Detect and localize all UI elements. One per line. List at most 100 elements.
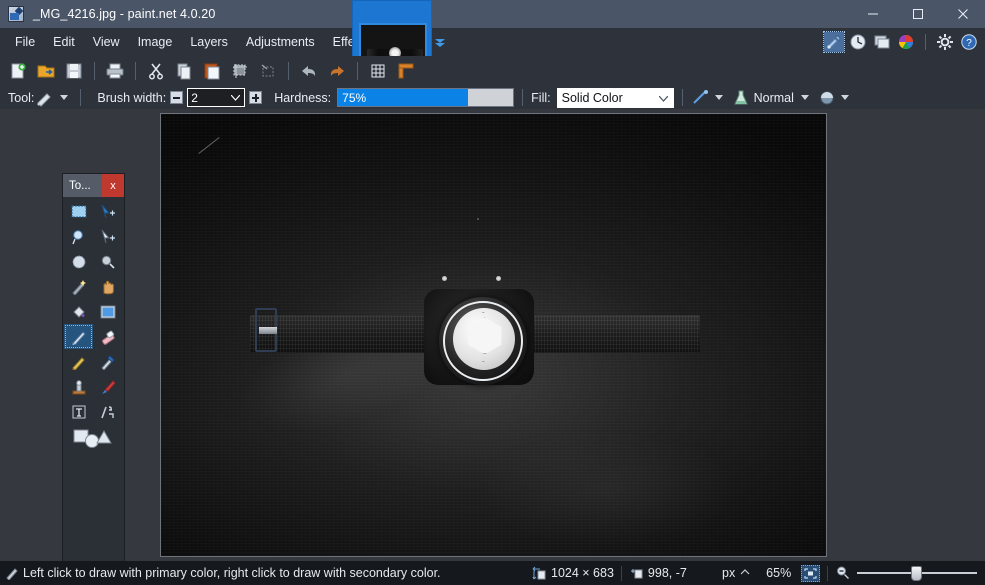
- move-selected-pixels-tool[interactable]: [94, 199, 123, 224]
- clone-stamp-tool[interactable]: [64, 374, 93, 399]
- history-window-icon[interactable]: [848, 32, 868, 52]
- close-icon[interactable]: [940, 0, 985, 28]
- svg-text:?: ?: [966, 38, 972, 49]
- menu-file[interactable]: File: [6, 28, 44, 56]
- zoom-slider-thumb[interactable]: [911, 566, 923, 581]
- window-title: _MG_4216.jpg - paint.net 4.0.20: [33, 7, 216, 21]
- paintbrush-tool[interactable]: [64, 324, 93, 349]
- palette-selector[interactable]: [817, 89, 853, 107]
- menu-layers[interactable]: Layers: [181, 28, 237, 56]
- tools-window-icon[interactable]: [823, 31, 845, 53]
- text-tool[interactable]: [64, 399, 93, 424]
- chevron-down-icon: [231, 95, 241, 101]
- toolbar-divider: [288, 62, 289, 80]
- save-icon[interactable]: [61, 58, 87, 84]
- shapes-tool[interactable]: [64, 424, 123, 452]
- hardness-label: Hardness:: [274, 90, 332, 105]
- color-picker-tool[interactable]: [94, 349, 123, 374]
- gradient-tool[interactable]: [94, 299, 123, 324]
- print-icon[interactable]: [102, 58, 128, 84]
- tool-options-bar: Tool: Brush width: 2 Hardness: 75% Fill:…: [0, 86, 985, 109]
- minimize-icon[interactable]: [850, 0, 895, 28]
- undo-icon[interactable]: [296, 58, 322, 84]
- status-divider: [827, 565, 829, 581]
- antialiasing-icon: [692, 89, 708, 104]
- zoom-out-icon[interactable]: [835, 565, 851, 581]
- menu-adjustments[interactable]: Adjustments: [237, 28, 324, 56]
- help-icon[interactable]: ?: [959, 32, 979, 52]
- open-icon[interactable]: [33, 58, 59, 84]
- crop-to-selection-icon[interactable]: [227, 58, 253, 84]
- line-curve-tool[interactable]: [94, 399, 123, 424]
- hardness-slider[interactable]: 75%: [337, 88, 515, 107]
- paintbrush-icon: [6, 568, 18, 580]
- color-sphere-icon: [820, 91, 834, 104]
- status-hint-group: Left click to draw with primary color, r…: [5, 566, 441, 580]
- layers-window-icon[interactable]: [872, 32, 892, 52]
- blend-mode-selector[interactable]: Normal: [731, 89, 813, 107]
- move-selection-tool[interactable]: [94, 224, 123, 249]
- tools-palette-header[interactable]: To... x: [63, 174, 124, 197]
- paintnet-window: _MG_4216.jpg - paint.net 4.0.20 File Edi…: [0, 0, 985, 585]
- watch-strap-left: [250, 315, 437, 354]
- title-bar: _MG_4216.jpg - paint.net 4.0.20: [0, 0, 985, 28]
- pan-tool[interactable]: [94, 274, 123, 299]
- settings-icon[interactable]: [935, 32, 955, 52]
- toolbar-divider: [925, 34, 926, 50]
- zoom-tool[interactable]: [94, 249, 123, 274]
- zoom-slider[interactable]: [857, 565, 978, 581]
- status-bar: Left click to draw with primary color, r…: [0, 561, 985, 585]
- units-dropdown-arrow[interactable]: [740, 568, 752, 578]
- magic-wand-tool[interactable]: [64, 274, 93, 299]
- paintbrush-icon: [37, 92, 52, 107]
- brush-width-label: Brush width:: [97, 90, 167, 105]
- photo-speck: [476, 217, 479, 220]
- rectangle-select-tool[interactable]: [64, 199, 93, 224]
- toolbar-divider: [94, 62, 95, 80]
- maximize-icon[interactable]: [895, 0, 940, 28]
- eraser-tool[interactable]: [94, 324, 123, 349]
- copy-icon[interactable]: [171, 58, 197, 84]
- brush-width-increase-button[interactable]: [249, 91, 263, 104]
- lasso-select-tool[interactable]: [64, 224, 93, 249]
- menu-edit[interactable]: Edit: [44, 28, 84, 56]
- paint-bucket-tool[interactable]: [64, 299, 93, 324]
- work-area: To... x: [0, 109, 985, 563]
- chevron-down-icon: [714, 95, 723, 100]
- blend-mode-flask-icon: [733, 90, 748, 104]
- watch-lug: [441, 276, 447, 282]
- rulers-icon[interactable]: [393, 58, 419, 84]
- pencil-tool[interactable]: [64, 349, 93, 374]
- menu-image[interactable]: Image: [129, 28, 182, 56]
- brush-width-value: 2: [191, 90, 198, 105]
- redo-icon[interactable]: [324, 58, 350, 84]
- image-size-value: 1024 × 683: [551, 566, 614, 580]
- tool-selector[interactable]: [34, 89, 72, 107]
- cut-icon[interactable]: [143, 58, 169, 84]
- tab-list-dropdown-arrow[interactable]: [433, 36, 447, 50]
- units-value: px: [722, 566, 736, 580]
- tool-label: Tool:: [8, 90, 35, 105]
- paste-icon[interactable]: [199, 58, 225, 84]
- menu-bar: File Edit View Image Layers Adjustments …: [0, 28, 985, 56]
- tools-palette-title: To...: [69, 179, 91, 192]
- paintnet-icon: [8, 6, 24, 22]
- image-canvas[interactable]: [160, 113, 827, 557]
- main-toolbar: [0, 56, 985, 86]
- fit-to-window-icon[interactable]: [801, 564, 821, 582]
- ellipse-select-tool[interactable]: [64, 249, 93, 274]
- colors-window-icon[interactable]: [896, 32, 916, 52]
- brush-width-decrease-button[interactable]: [170, 91, 184, 104]
- image-size-group: 1024 × 683: [532, 566, 614, 581]
- image-size-icon: [532, 566, 546, 579]
- fill-dropdown[interactable]: Solid Color: [556, 87, 674, 108]
- deselect-all-icon[interactable]: [255, 58, 281, 84]
- antialiasing-selector[interactable]: [691, 89, 727, 107]
- cursor-position-group: 998, -7: [629, 566, 687, 581]
- brush-width-input[interactable]: 2: [187, 88, 246, 107]
- close-icon[interactable]: x: [102, 174, 124, 197]
- recolor-tool[interactable]: [94, 374, 123, 399]
- menu-view[interactable]: View: [84, 28, 129, 56]
- grid-icon[interactable]: [365, 58, 391, 84]
- new-icon[interactable]: [5, 58, 31, 84]
